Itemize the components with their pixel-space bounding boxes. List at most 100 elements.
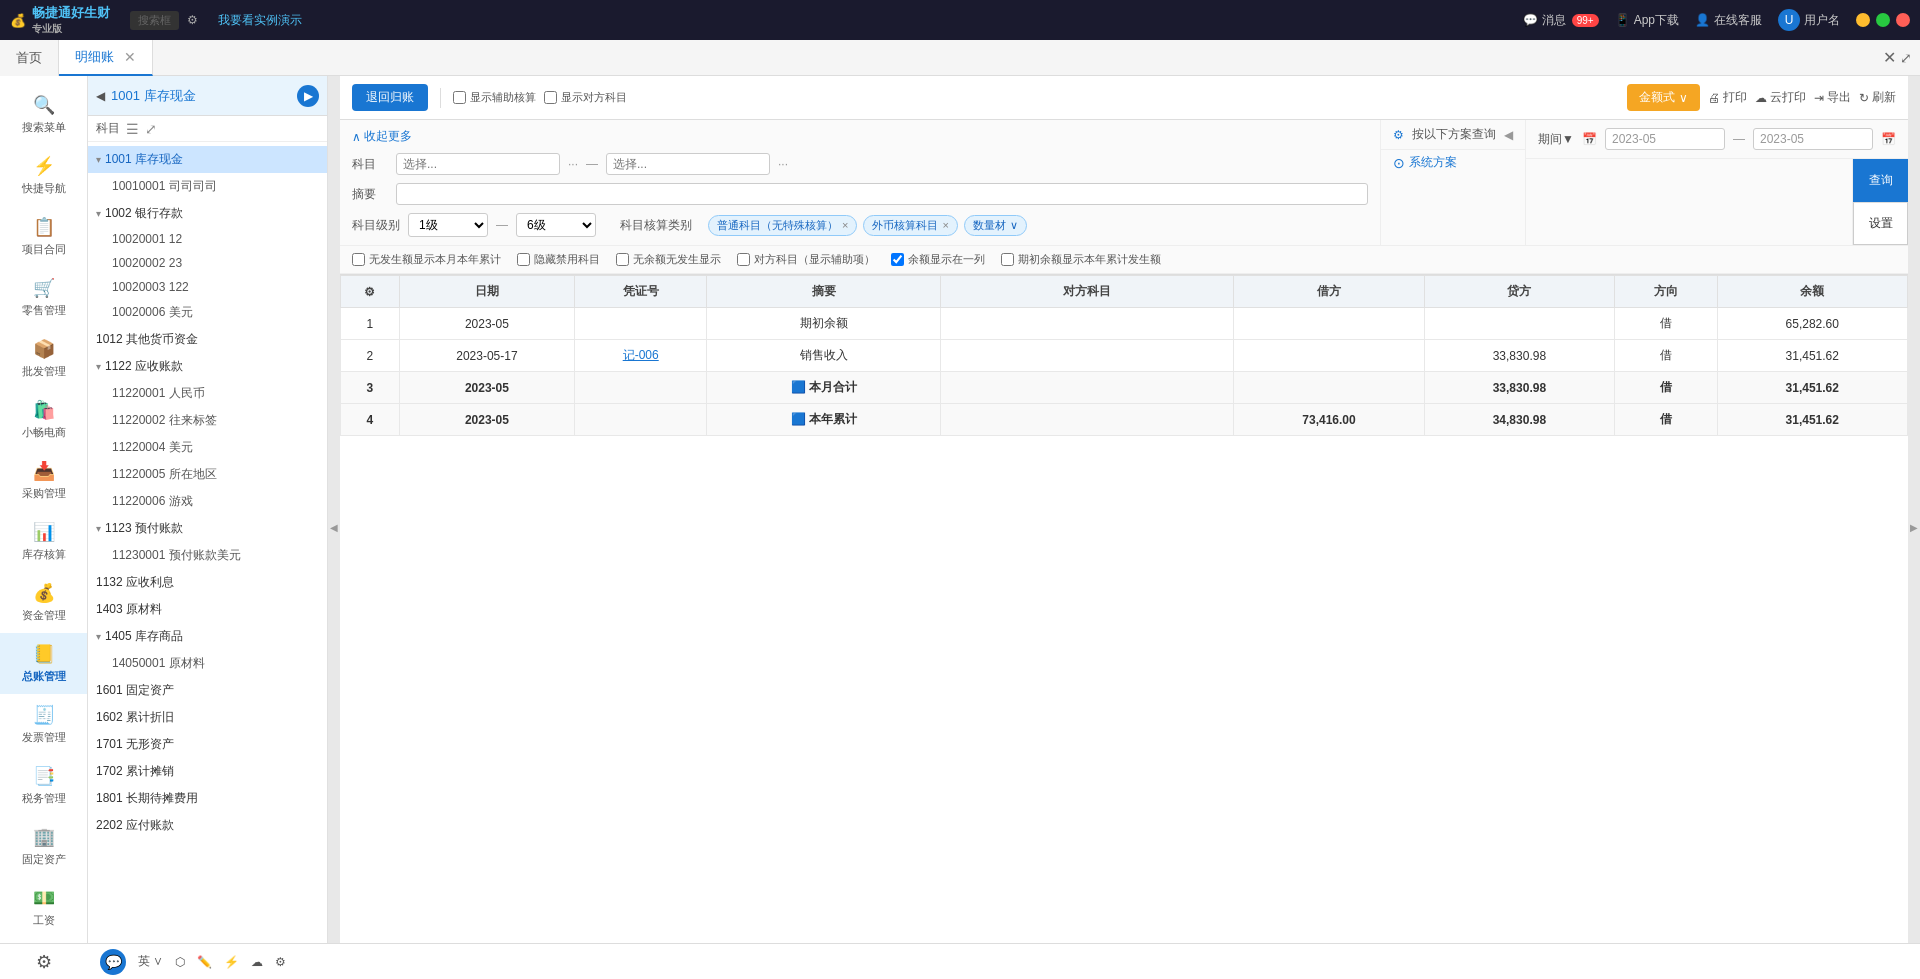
tree-node-10010001[interactable]: 10010001 司司司司 xyxy=(88,173,327,200)
display-aux-checkbox[interactable]: 显示辅助核算 xyxy=(453,90,536,105)
period-start-input[interactable] xyxy=(1605,128,1725,150)
sidebar-item-salary[interactable]: 💵 工资 xyxy=(0,877,87,938)
bottom-icon2[interactable]: ✏️ xyxy=(197,955,212,969)
tag-quantity[interactable]: 数量材 ∨ xyxy=(964,215,1027,236)
cb-hide-disabled-input[interactable] xyxy=(517,253,530,266)
return-btn[interactable]: 退回归账 xyxy=(352,84,428,111)
tree-node-11220002[interactable]: 11220002 往来标签 xyxy=(88,407,327,434)
bottom-icon4[interactable]: ☁ xyxy=(251,955,263,969)
subject-input-end[interactable] xyxy=(606,153,770,175)
period-btn[interactable]: 期间▼ xyxy=(1538,131,1574,148)
cb-same-line-input[interactable] xyxy=(891,253,904,266)
cb-same-line[interactable]: 余额显示在一列 xyxy=(891,252,985,267)
summary-input[interactable] xyxy=(396,183,1368,205)
subject-input-start[interactable] xyxy=(396,153,560,175)
message-btn[interactable]: 💬 消息 99+ xyxy=(1523,12,1599,29)
tag-forex[interactable]: 外币核算科目 × xyxy=(863,215,957,236)
scheme-collapse-icon[interactable]: ◀ xyxy=(1504,128,1513,142)
tree-node-1801[interactable]: 1801 长期待摊费用 xyxy=(88,785,327,812)
cb-opposite[interactable]: 对方科目（显示辅助项） xyxy=(737,252,875,267)
settings-top-icon[interactable]: ⚙ xyxy=(187,13,198,27)
level-start-select[interactable]: 1级2级3级 xyxy=(408,213,488,237)
expand-btn[interactable]: ∧ 收起更多 xyxy=(352,128,412,145)
sidebar-item-wholesale[interactable]: 📦 批发管理 xyxy=(0,328,87,389)
voucher-link[interactable]: 记-006 xyxy=(623,348,659,362)
tree-node-10020006[interactable]: 10020006 美元 xyxy=(88,299,327,326)
subject-more-icon2[interactable]: ··· xyxy=(778,157,788,171)
tree-node-1602[interactable]: 1602 累计折旧 xyxy=(88,704,327,731)
sidebar-item-project[interactable]: 📋 项目合同 xyxy=(0,206,87,267)
sidebar-item-assets[interactable]: 🏢 固定资产 xyxy=(0,816,87,877)
tree-node-11220004[interactable]: 11220004 美元 xyxy=(88,434,327,461)
cb-opposite-input[interactable] xyxy=(737,253,750,266)
bottom-icon1[interactable]: ⬡ xyxy=(175,955,185,969)
minimize-btn[interactable] xyxy=(1856,13,1870,27)
sidebar-item-capital[interactable]: 💰 资金管理 xyxy=(0,572,87,633)
maximize-btn[interactable] xyxy=(1876,13,1890,27)
cb-opening-input[interactable] xyxy=(1001,253,1014,266)
tree-list-icon[interactable]: ☰ xyxy=(126,121,139,137)
tree-node-11220006[interactable]: 11220006 游戏 xyxy=(88,488,327,515)
bottom-lang-label[interactable]: 英 ∨ xyxy=(138,953,163,970)
period-cal-icon[interactable]: 📅 xyxy=(1582,132,1597,146)
tree-node-14050001[interactable]: 14050001 原材料 xyxy=(88,650,327,677)
user-btn[interactable]: U 用户名 xyxy=(1778,9,1840,31)
tree-node-11230001[interactable]: 11230001 预付账款美元 xyxy=(88,542,327,569)
tag-normal[interactable]: 普通科目（无特殊核算） × xyxy=(708,215,857,236)
period-cal-icon2[interactable]: 📅 xyxy=(1881,132,1896,146)
sidebar-item-retail[interactable]: 🛒 零售管理 xyxy=(0,267,87,328)
system-scheme-label[interactable]: 系统方案 xyxy=(1409,154,1457,171)
print-btn[interactable]: 🖨 打印 xyxy=(1708,89,1747,106)
tag-forex-close[interactable]: × xyxy=(942,219,948,231)
sidebar-item-invoice[interactable]: 🧾 发票管理 xyxy=(0,694,87,755)
refresh-btn[interactable]: ↻ 刷新 xyxy=(1859,89,1896,106)
tab-detail-close[interactable]: ✕ xyxy=(124,49,136,65)
settings-filter-btn[interactable]: 设置 xyxy=(1853,202,1908,245)
tree-node-2202[interactable]: 2202 应付账款 xyxy=(88,812,327,839)
tree-expand-icon[interactable]: ⤢ xyxy=(145,121,157,137)
search-bar[interactable]: 搜索框 xyxy=(130,11,179,30)
level-end-select[interactable]: 6级5级4级 xyxy=(516,213,596,237)
cb-opening[interactable]: 期初余额显示本年累计发生额 xyxy=(1001,252,1161,267)
bottom-icon5[interactable]: ⚙ xyxy=(275,955,286,969)
sidebar-item-ecommerce[interactable]: 🛍️ 小畅电商 xyxy=(0,389,87,450)
export-btn[interactable]: ⇥ 导出 xyxy=(1814,89,1851,106)
tree-node-11220001[interactable]: 11220001 人民币 xyxy=(88,380,327,407)
window-close-icon[interactable]: ✕ xyxy=(1883,48,1896,67)
demo-btn[interactable]: 我要看实例演示 xyxy=(218,12,302,29)
sidebar-settings-icon[interactable]: ⚙ xyxy=(36,951,52,973)
sidebar-item-inventory[interactable]: 📊 库存核算 xyxy=(0,511,87,572)
tree-node-1601[interactable]: 1601 固定资产 xyxy=(88,677,327,704)
tree-node-1132[interactable]: 1132 应收利息 xyxy=(88,569,327,596)
left-collapse-btn[interactable]: ◀ xyxy=(328,76,340,979)
subject-more-icon[interactable]: ··· xyxy=(568,157,578,171)
tree-node-1012[interactable]: 1012 其他货币资金 xyxy=(88,326,327,353)
sidebar-item-ledger[interactable]: 📒 总账管理 xyxy=(0,633,87,694)
tab-detail[interactable]: 明细账 ✕ xyxy=(59,40,153,76)
display-aux-input[interactable] xyxy=(453,91,466,104)
cb-no-amount-input[interactable] xyxy=(352,253,365,266)
scheme-icon[interactable]: ⚙ xyxy=(1393,128,1404,142)
cb-hide-disabled[interactable]: 隐藏禁用科目 xyxy=(517,252,600,267)
tree-node-1701[interactable]: 1701 无形资产 xyxy=(88,731,327,758)
sidebar-item-quicknav[interactable]: ⚡ 快捷导航 xyxy=(0,145,87,206)
sidebar-item-purchase[interactable]: 📥 采购管理 xyxy=(0,450,87,511)
tree-node-1403[interactable]: 1403 原材料 xyxy=(88,596,327,623)
download-btn[interactable]: 📱 App下载 xyxy=(1615,12,1679,29)
cb-no-amount[interactable]: 无发生额显示本月本年累计 xyxy=(352,252,501,267)
right-handle[interactable]: ▶ xyxy=(1908,76,1920,979)
bottom-icon3[interactable]: ⚡ xyxy=(224,955,239,969)
sidebar-item-search[interactable]: 🔍 搜索菜单 xyxy=(0,84,87,145)
tree-node-1123[interactable]: ▾ 1123 预付账款 xyxy=(88,515,327,542)
bottom-chat-btn[interactable]: 💬 xyxy=(100,949,126,975)
tree-node-10020002[interactable]: 10020002 23 xyxy=(88,251,327,275)
period-end-input[interactable] xyxy=(1753,128,1873,150)
cloud-print-btn[interactable]: ☁ 云打印 xyxy=(1755,89,1806,106)
query-btn[interactable]: 查询 xyxy=(1853,159,1908,202)
tree-node-1122[interactable]: ▾ 1122 应收账款 xyxy=(88,353,327,380)
cb-no-balance-input[interactable] xyxy=(616,253,629,266)
display-opposite-input[interactable] xyxy=(544,91,557,104)
tree-next-btn[interactable]: ▶ xyxy=(297,85,319,107)
format-btn[interactable]: 金额式 ∨ xyxy=(1627,84,1700,111)
row2-voucher[interactable]: 记-006 xyxy=(575,340,707,372)
